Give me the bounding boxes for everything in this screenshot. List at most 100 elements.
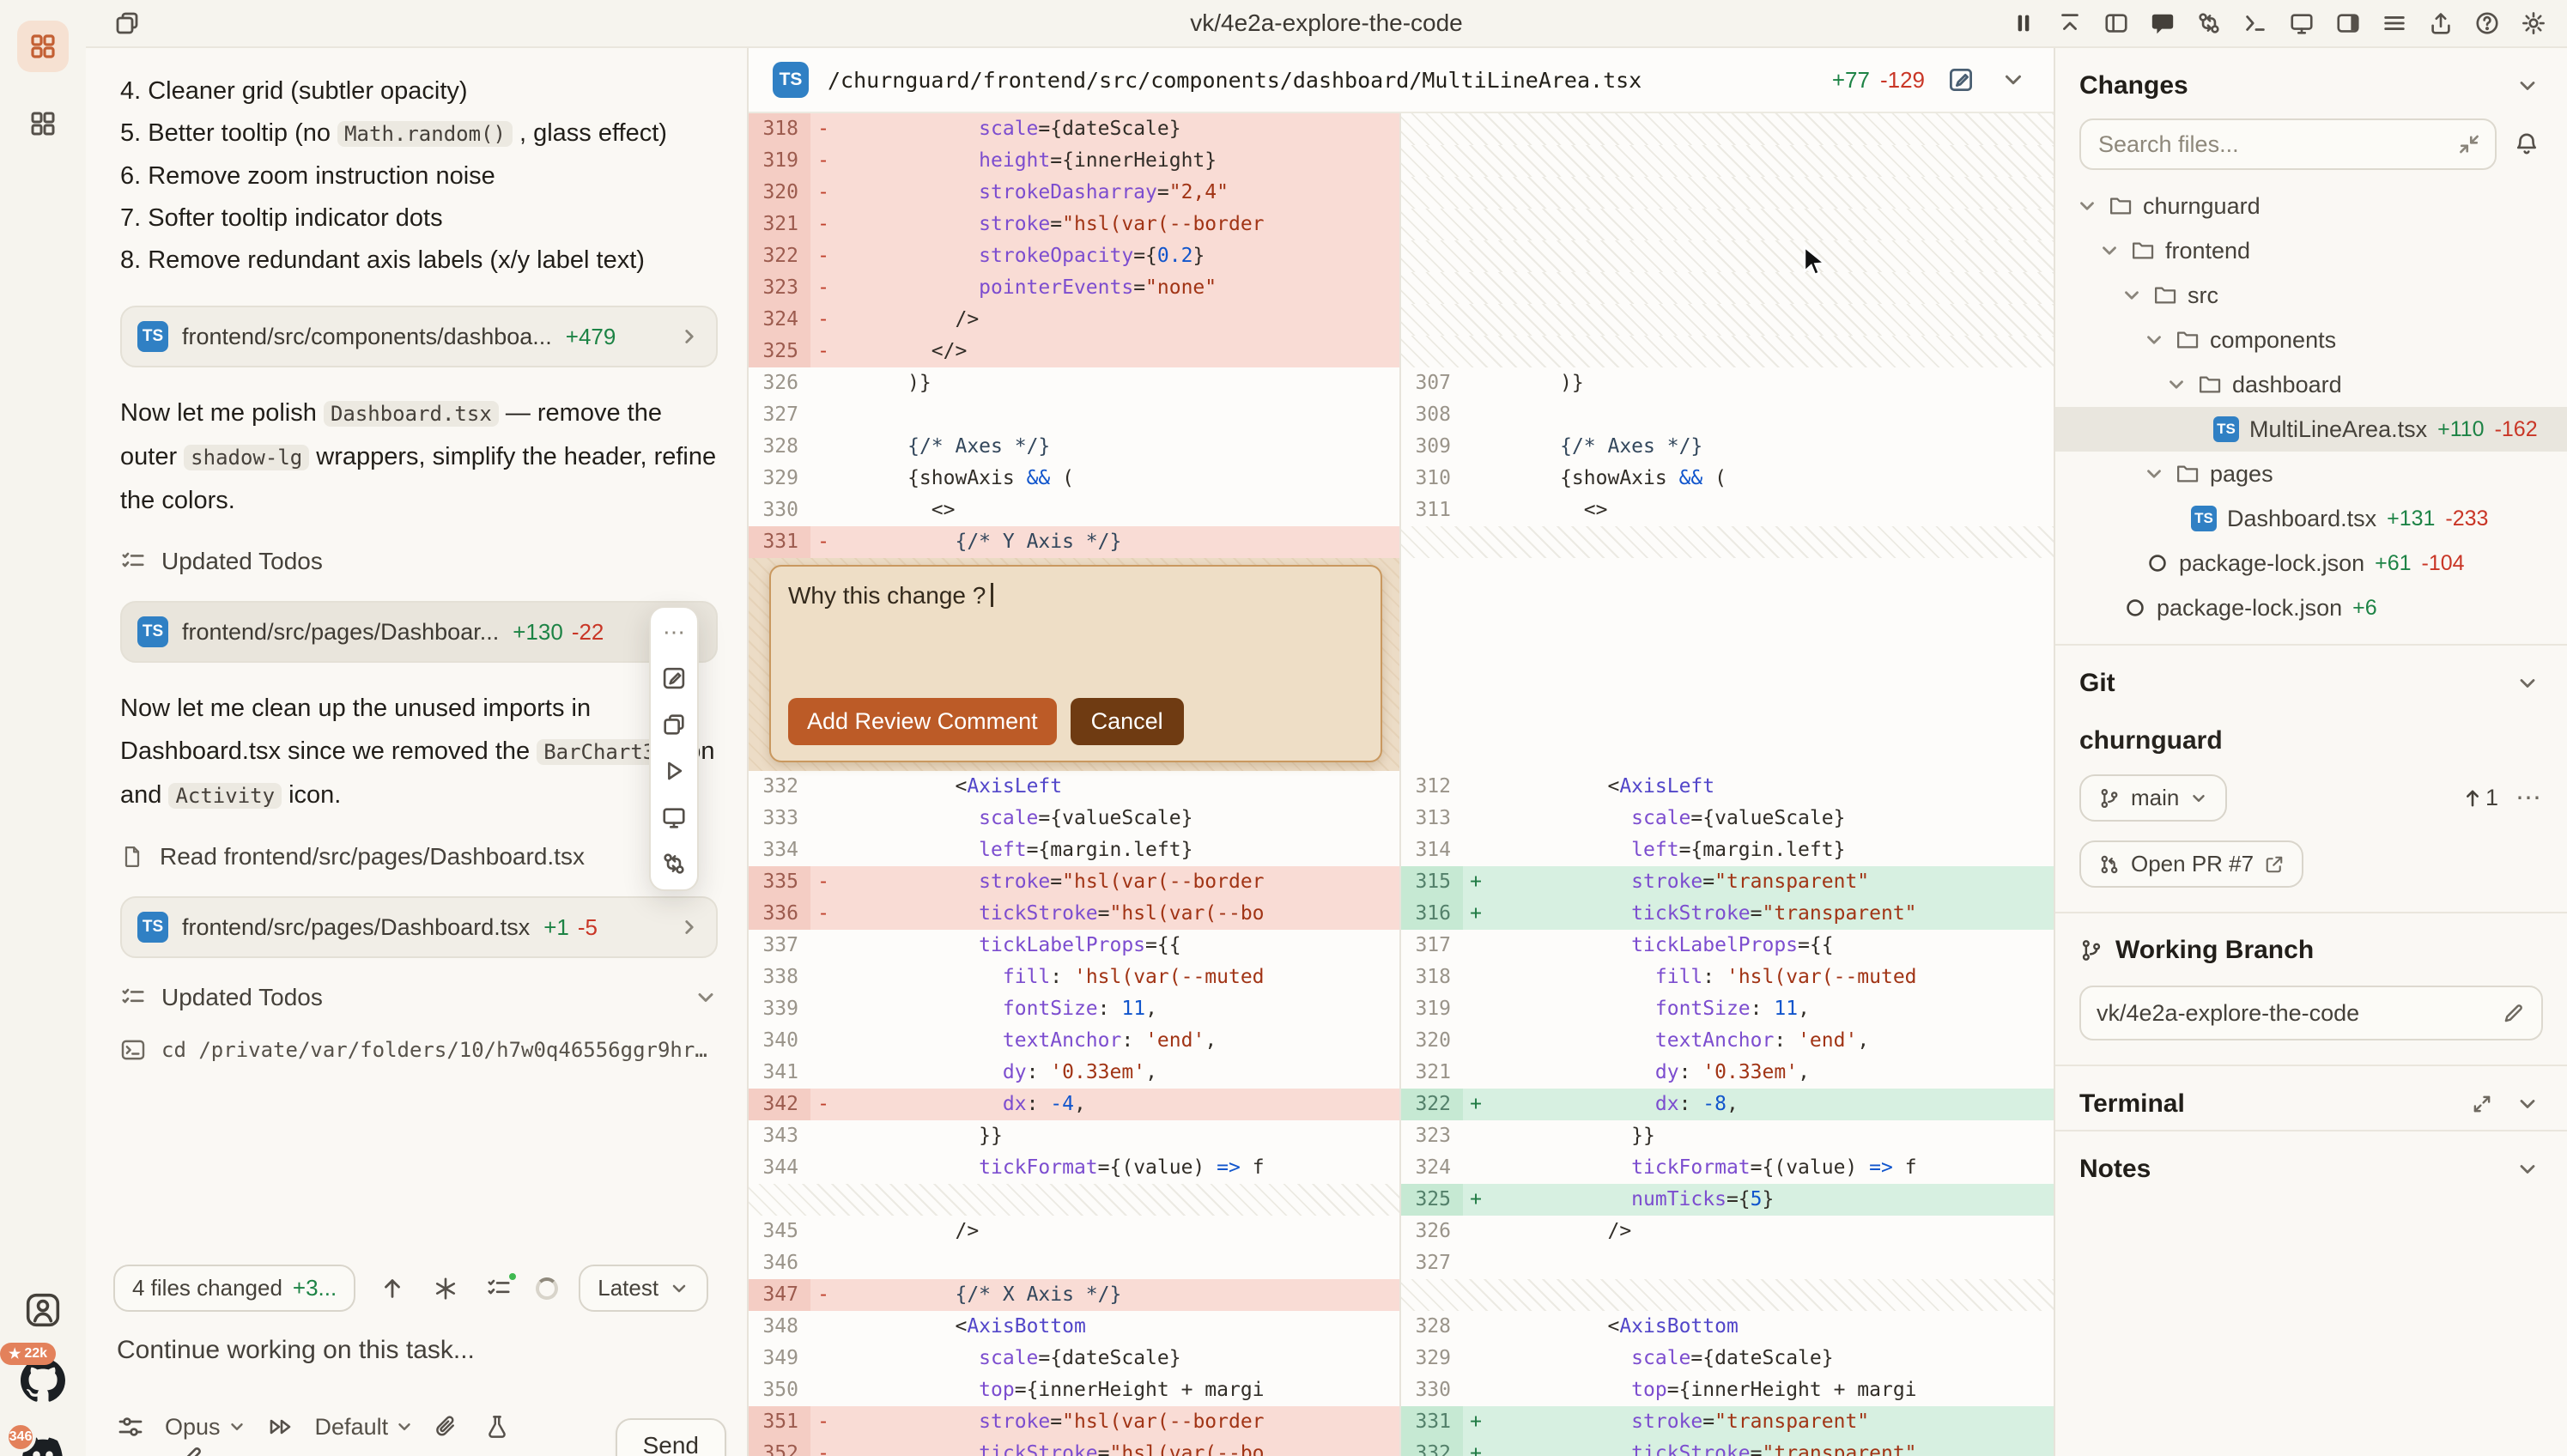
grid-icon[interactable] xyxy=(19,100,67,148)
add-review-comment-button[interactable]: Add Review Comment xyxy=(788,698,1057,745)
diff-row[interactable]: 308 xyxy=(1401,399,2054,431)
diff-row[interactable]: 321 dy: '0.33em', xyxy=(1401,1057,2054,1089)
diff-row[interactable]: 351- stroke="hsl(var(--border xyxy=(749,1406,1399,1438)
diff-row[interactable]: 313 scale={valueScale} xyxy=(1401,803,2054,834)
diff-row[interactable]: 309 {/* Axes */} xyxy=(1401,431,2054,463)
diff-row[interactable]: 346 xyxy=(749,1247,1399,1279)
diff-row[interactable]: 326 )} xyxy=(749,367,1399,399)
diff-row[interactable]: 328 <AxisBottom xyxy=(1401,1311,2054,1343)
file-edit-chip[interactable]: TS frontend/src/pages/Dashboard.tsx +1-5 xyxy=(120,896,718,958)
diff-row[interactable]: 324 tickFormat={(value) => f xyxy=(1401,1152,2054,1184)
chevron-down-icon[interactable] xyxy=(694,986,718,1010)
sliders-icon[interactable] xyxy=(113,1410,148,1444)
message-input[interactable]: Continue working on this task... xyxy=(117,1336,719,1377)
diff-row[interactable]: 321- stroke="hsl(var(--border xyxy=(749,209,1399,240)
tree-item-frontend[interactable]: frontend xyxy=(2055,228,2567,273)
diff-row[interactable]: 320 textAnchor: 'end', xyxy=(1401,1025,2054,1057)
diff-row[interactable]: 320- strokeDasharray="2,4" xyxy=(749,177,1399,209)
terminal-command-row[interactable]: cd /private/var/folders/10/h7w0q46556ggr… xyxy=(120,1037,718,1063)
diff-row[interactable]: 307 )} xyxy=(1401,367,2054,399)
annotate-icon[interactable] xyxy=(1944,63,1978,97)
github-icon[interactable]: ★22k xyxy=(21,1358,65,1403)
tree-item-package-lock-json[interactable]: package-lock.json+6 xyxy=(2055,585,2567,630)
chevron-down-icon[interactable] xyxy=(1997,64,2030,96)
tree-item-package-lock-json[interactable]: package-lock.json+61-104 xyxy=(2055,541,2567,585)
menu-icon[interactable] xyxy=(2378,7,2411,39)
diff-row[interactable]: 336- tickStroke="hsl(var(--bo xyxy=(749,898,1399,930)
diff-row[interactable]: 332+ tickStroke="transparent" xyxy=(1401,1438,2054,1456)
diff-row[interactable]: 348 <AxisBottom xyxy=(749,1311,1399,1343)
model-selector[interactable]: Opus xyxy=(165,1414,246,1441)
diff-row[interactable]: 352- tickStroke="hsl(var(--bo xyxy=(749,1438,1399,1456)
diff-row[interactable]: 329 {showAxis && ( xyxy=(749,463,1399,494)
updated-todos-row[interactable]: Updated Todos xyxy=(120,548,718,575)
diff-row[interactable]: 335- stroke="hsl(var(--border xyxy=(749,866,1399,898)
account-icon[interactable] xyxy=(24,1291,62,1329)
diff-row[interactable]: 312 <AxisLeft xyxy=(1401,771,2054,803)
sparkle-icon[interactable] xyxy=(429,1272,462,1305)
search-files-input[interactable] xyxy=(2095,130,2457,160)
latest-dropdown[interactable]: Latest xyxy=(579,1265,708,1312)
tree-item-dashboard[interactable]: dashboard xyxy=(2055,362,2567,407)
diff-row[interactable]: 330 <> xyxy=(749,494,1399,526)
diff-row[interactable]: 325- </> xyxy=(749,336,1399,367)
flask-icon[interactable] xyxy=(481,1410,513,1443)
collapse-up-icon[interactable] xyxy=(2054,7,2086,39)
comment-input[interactable]: Why this change ? xyxy=(788,582,1363,610)
attach-icon[interactable] xyxy=(431,1410,464,1443)
read-file-row[interactable]: Read frontend/src/pages/Dashboard.tsx xyxy=(120,843,718,871)
display-icon[interactable] xyxy=(2285,7,2318,39)
tree-item-dashboard-tsx[interactable]: TSDashboard.tsx+131-233 xyxy=(2055,496,2567,541)
file-edit-chip[interactable]: TS frontend/src/components/dashboa... +4… xyxy=(120,306,718,367)
chevron-down-icon[interactable] xyxy=(2512,668,2543,699)
diff-row[interactable]: 318- scale={dateScale} xyxy=(749,113,1399,145)
chevron-down-icon[interactable] xyxy=(2512,70,2543,101)
updated-todos-row[interactable]: Updated Todos xyxy=(120,984,718,1011)
tree-item-multilinearea-tsx[interactable]: TSMultiLineArea.tsx+110-162 xyxy=(2055,407,2567,452)
diff-row[interactable]: 322+ dx: -8, xyxy=(1401,1089,2054,1120)
working-branch-field[interactable]: vk/4e2a-explore-the-code xyxy=(2079,986,2543,1040)
diff-row[interactable]: 344 tickFormat={(value) => f xyxy=(749,1152,1399,1184)
diff-row[interactable]: 340 textAnchor: 'end', xyxy=(749,1025,1399,1057)
diff-row[interactable]: 323- pointerEvents="none" xyxy=(749,272,1399,304)
collapse-diff-icon[interactable] xyxy=(2457,132,2481,156)
diff-row[interactable]: 323 }} xyxy=(1401,1120,2054,1152)
diff-row[interactable]: 327 xyxy=(1401,1247,2054,1279)
diff-row[interactable]: 329 scale={dateScale} xyxy=(1401,1343,2054,1374)
diff-row[interactable]: 347- {/* X Axis */} xyxy=(749,1279,1399,1311)
fast-forward-icon[interactable] xyxy=(264,1410,298,1444)
diff-row[interactable]: 334 left={margin.left} xyxy=(749,834,1399,866)
diff-row[interactable]: 322- strokeOpacity={0.2} xyxy=(749,240,1399,272)
workspace-icon[interactable] xyxy=(17,21,69,72)
more-icon[interactable]: ⋯ xyxy=(657,616,691,647)
edit-pencil-icon[interactable] xyxy=(2502,1001,2526,1025)
diff-row[interactable]: 331+ stroke="transparent" xyxy=(1401,1406,2054,1438)
diff-row[interactable]: 319- height={innerHeight} xyxy=(749,145,1399,177)
diff-row[interactable]: 327 xyxy=(749,399,1399,431)
diff-row[interactable]: 337 tickLabelProps={{ xyxy=(749,930,1399,962)
mode-selector[interactable]: Default xyxy=(315,1414,415,1441)
bell-icon[interactable] xyxy=(2510,128,2543,161)
diff-row[interactable]: 333 scale={valueScale} xyxy=(749,803,1399,834)
diff-row[interactable]: 314 left={margin.left} xyxy=(1401,834,2054,866)
diff-row[interactable]: 316+ tickStroke="transparent" xyxy=(1401,898,2054,930)
send-button[interactable]: Send xyxy=(616,1418,726,1456)
push-ahead-indicator[interactable]: 1 xyxy=(2461,785,2498,811)
pen-icon[interactable] xyxy=(177,1444,204,1456)
diff-row[interactable]: 342- dx: -4, xyxy=(749,1089,1399,1120)
diff-row[interactable]: 325+ numTicks={5} xyxy=(1401,1184,2054,1216)
diff-row[interactable]: 318 fill: 'hsl(var(--muted xyxy=(1401,962,2054,993)
diff-row[interactable]: 330 top={innerHeight + margi xyxy=(1401,1374,2054,1406)
diff-row[interactable]: 331- {/* Y Axis */} xyxy=(749,526,1399,558)
tasks-icon[interactable] xyxy=(482,1272,515,1305)
more-icon[interactable]: ⋯ xyxy=(2515,783,2543,813)
diff-row[interactable]: 350 top={innerHeight + margi xyxy=(749,1374,1399,1406)
diff-row[interactable]: 332 <AxisLeft xyxy=(749,771,1399,803)
settings-icon[interactable] xyxy=(2517,7,2550,39)
chevron-down-icon[interactable] xyxy=(2512,1154,2543,1185)
files-changed-chip[interactable]: 4 files changed +3... xyxy=(113,1265,355,1312)
windows-icon[interactable] xyxy=(110,6,144,40)
diff-row[interactable]: 324- /> xyxy=(749,304,1399,336)
diff-row[interactable]: 338 fill: 'hsl(var(--muted xyxy=(749,962,1399,993)
expand-icon[interactable] xyxy=(2467,1089,2497,1119)
